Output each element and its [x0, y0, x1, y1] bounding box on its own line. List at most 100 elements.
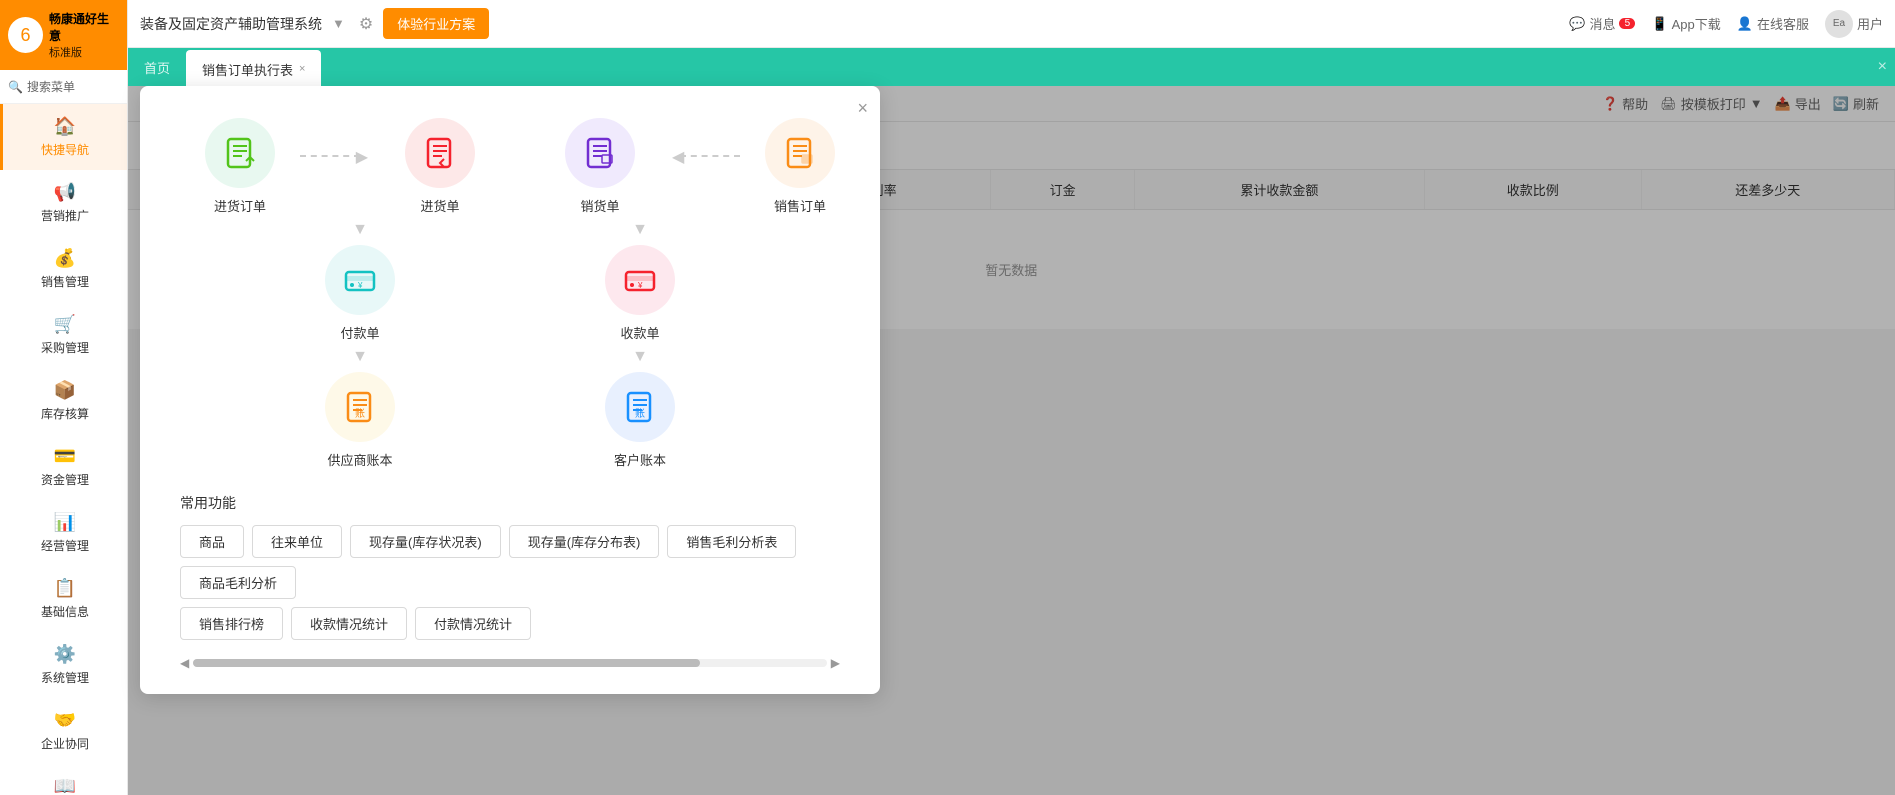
flow-arrows-v-row2: ▼ ▼	[300, 342, 840, 372]
func-btn-contacts[interactable]: 往来单位	[252, 525, 342, 558]
flow-node-purchase-order[interactable]: 进货订单	[180, 118, 300, 215]
sidebar-item-inventory[interactable]: 📦 库存核算	[0, 368, 127, 434]
flow-node-sale-bill[interactable]: 销货单	[540, 118, 660, 215]
flow-node-supplier-account[interactable]: 账 供应商账本	[300, 372, 420, 469]
flow-node-purchase-bill[interactable]: 进货单	[380, 118, 500, 215]
sale-order-circle	[765, 118, 835, 188]
operations-icon: 📊	[54, 512, 76, 533]
download-icon: 📱	[1651, 16, 1667, 32]
sidebar-nav: 🏠 快捷导航 📢 营销推广 💰 销售管理 🛒 采购管理 📦 库存核算 💳 资金管…	[0, 104, 127, 795]
flow-node-payment[interactable]: ¥ 付款单	[300, 245, 420, 342]
online-service-button[interactable]: 👤 在线客服	[1737, 14, 1809, 33]
flow-node-receipt[interactable]: ¥ 收款单	[580, 245, 700, 342]
purchase-order-circle	[205, 118, 275, 188]
logo-text: 畅康通好生意 标准版	[49, 10, 119, 60]
user-menu[interactable]: Ea 用户	[1825, 10, 1883, 38]
customer-account-circle: 账	[605, 372, 675, 442]
message-button[interactable]: 💬 消息 5	[1569, 14, 1635, 33]
search-menu[interactable]: 🔍 搜索菜单	[0, 70, 127, 104]
arrow-down-payment: ▼	[300, 342, 420, 372]
svg-text:账: 账	[355, 408, 365, 420]
scrollbar-thumb[interactable]	[193, 659, 700, 667]
purchase-icon: 🛒	[54, 314, 76, 335]
func-btn-receipt-stats[interactable]: 收款情况统计	[291, 607, 407, 640]
svg-text:账: 账	[635, 408, 645, 420]
sidebar-item-basic-info[interactable]: 📋 基础信息	[0, 566, 127, 632]
logo[interactable]: 6 畅康通好生意 标准版	[0, 0, 127, 70]
func-btn-payment-stats[interactable]: 付款情况统计	[415, 607, 531, 640]
arrow-down-purchase: ▼	[300, 215, 420, 245]
avatar: Ea	[1825, 10, 1853, 38]
arrow-sale-order-to-bill: ◀	[660, 155, 740, 179]
sidebar-item-operations[interactable]: 📊 经营管理	[0, 500, 127, 566]
title-dropdown-icon[interactable]: ▼	[332, 16, 345, 31]
func-buttons-row2: 销售排行榜 收款情况统计 付款情况统计	[180, 607, 840, 640]
trial-button[interactable]: 体验行业方案	[383, 8, 489, 39]
topbar-right: 💬 消息 5 📱 App下载 👤 在线客服 Ea 用户	[1569, 10, 1883, 38]
collaboration-icon: 🤝	[54, 710, 76, 731]
service-icon: 👤	[1737, 16, 1753, 32]
func-btn-product[interactable]: 商品	[180, 525, 244, 558]
scroll-right-button[interactable]: ▶	[831, 656, 840, 670]
func-btn-sales-ranking[interactable]: 销售排行榜	[180, 607, 283, 640]
message-icon: 💬	[1569, 16, 1585, 32]
sidebar-item-collaboration[interactable]: 🤝 企业协同	[0, 698, 127, 764]
sidebar: 6 畅康通好生意 标准版 🔍 搜索菜单 🏠 快捷导航 📢 营销推广 💰 销售管理…	[0, 0, 128, 795]
sales-icon: 💰	[54, 248, 76, 269]
sidebar-item-finance[interactable]: 💳 资金管理	[0, 434, 127, 500]
inventory-icon: 📦	[54, 380, 76, 401]
finance-icon: 💳	[54, 446, 76, 467]
svg-text:¥: ¥	[637, 281, 643, 290]
quick-nav-modal: × 进货订单 ▶ 进货单	[140, 86, 880, 694]
logo-icon: 6	[8, 17, 43, 53]
settings-icon[interactable]: ⚙	[359, 14, 373, 34]
flow-diagram: 进货订单 ▶ 进货单 销货单	[180, 118, 840, 469]
arrow-down-sale: ▼	[580, 215, 700, 245]
supplier-account-circle: 账	[325, 372, 395, 442]
svg-text:¥: ¥	[357, 281, 363, 290]
sidebar-item-system[interactable]: ⚙️ 系统管理	[0, 632, 127, 698]
search-icon: 🔍	[8, 80, 23, 94]
func-btn-sales-profit-analysis[interactable]: 销售毛利分析表	[667, 525, 796, 558]
sidebar-item-purchase[interactable]: 🛒 采购管理	[0, 302, 127, 368]
purchase-bill-circle	[405, 118, 475, 188]
arrow-purchase-order-to-bill: ▶	[300, 155, 380, 179]
func-buttons-row1: 商品 往来单位 现存量(库存状况表) 现存量(库存分布表) 销售毛利分析表 商品…	[180, 525, 840, 599]
close-all-tabs-button[interactable]: ×	[1878, 58, 1887, 76]
home-icon: 🏠	[54, 116, 76, 137]
sale-bill-circle	[565, 118, 635, 188]
func-btn-product-profit-analysis[interactable]: 商品毛利分析	[180, 566, 296, 599]
arrow-down-receipt: ▼	[580, 342, 700, 372]
common-functions-title: 常用功能	[180, 493, 840, 513]
flow-node-customer-account[interactable]: 账 客户账本	[580, 372, 700, 469]
flow-row-2: ¥ 付款单 ¥ 收款单	[300, 245, 840, 342]
modal-scrollbar: ◀ ▶	[180, 656, 840, 670]
func-btn-inventory-distribution[interactable]: 现存量(库存分布表)	[509, 525, 660, 558]
topbar: 装备及固定资产辅助管理系统 ▼ ⚙ 体验行业方案 💬 消息 5 📱 App下载 …	[128, 0, 1895, 48]
system-icon: ⚙️	[54, 644, 76, 665]
flow-arrows-v-row1: ▼ ▼	[300, 215, 840, 245]
flow-node-sale-order[interactable]: 销售订单	[740, 118, 860, 215]
basic-info-icon: 📋	[54, 578, 76, 599]
tabbar: 首页 销售订单执行表 × ×	[128, 48, 1895, 86]
modal-close-button[interactable]: ×	[857, 98, 868, 119]
sidebar-item-sales[interactable]: 💰 销售管理	[0, 236, 127, 302]
receipt-circle: ¥	[605, 245, 675, 315]
sidebar-item-marketing[interactable]: 📢 营销推广	[0, 170, 127, 236]
sidebar-item-guide[interactable]: 📖 新手引导	[0, 764, 127, 795]
system-title: 装备及固定资产辅助管理系统	[140, 14, 322, 34]
common-functions: 常用功能 商品 往来单位 现存量(库存状况表) 现存量(库存分布表) 销售毛利分…	[180, 493, 840, 640]
scrollbar-track	[193, 659, 827, 667]
sidebar-item-quick-nav[interactable]: 🏠 快捷导航	[0, 104, 127, 170]
flow-row-1: 进货订单 ▶ 进货单 销货单	[180, 118, 840, 215]
payment-circle: ¥	[325, 245, 395, 315]
guide-icon: 📖	[54, 776, 76, 795]
scroll-left-button[interactable]: ◀	[180, 656, 189, 670]
app-download-button[interactable]: 📱 App下载	[1651, 14, 1720, 33]
func-btn-inventory-status[interactable]: 现存量(库存状况表)	[350, 525, 501, 558]
flow-row-3: 账 供应商账本 账 客户账本	[300, 372, 840, 469]
tab-home[interactable]: 首页	[128, 48, 186, 86]
tab-close-icon[interactable]: ×	[299, 63, 305, 75]
marketing-icon: 📢	[54, 182, 76, 203]
tab-sales-order-execution[interactable]: 销售订单执行表 ×	[186, 50, 321, 88]
